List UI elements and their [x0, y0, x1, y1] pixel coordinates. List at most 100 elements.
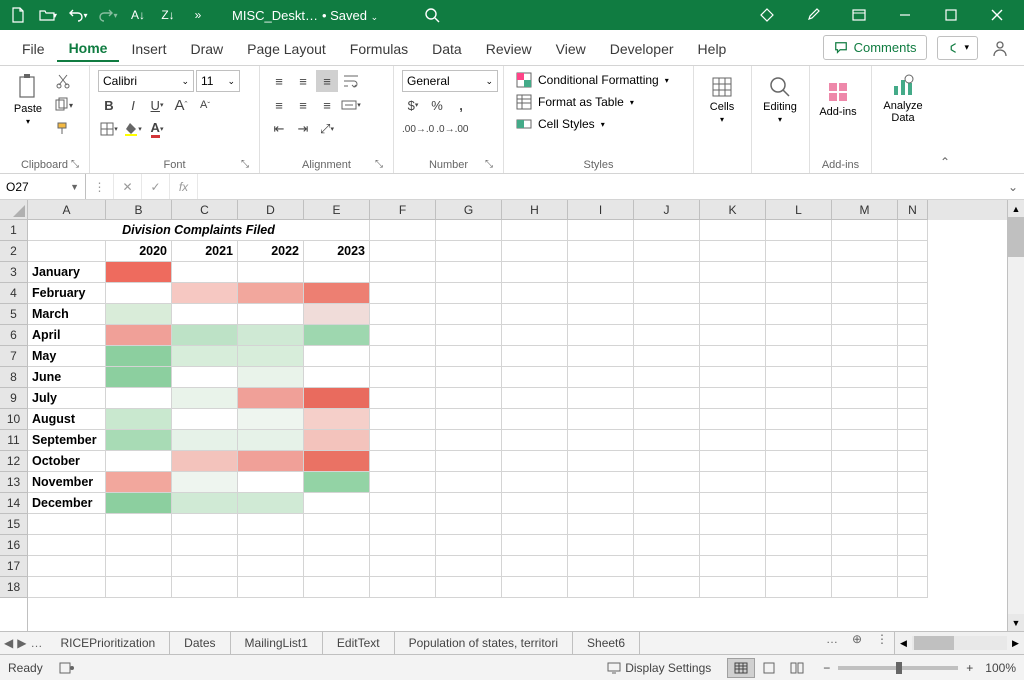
cell[interactable] [832, 577, 898, 598]
cell[interactable] [172, 472, 238, 493]
cell[interactable] [634, 493, 700, 514]
cell[interactable] [568, 304, 634, 325]
cell[interactable] [304, 409, 370, 430]
column-header[interactable]: D [238, 200, 304, 220]
accounting-format-button[interactable]: $▾ [402, 94, 424, 116]
row-header[interactable]: 8 [0, 367, 27, 388]
cell[interactable] [502, 367, 568, 388]
cell[interactable] [238, 556, 304, 577]
cell[interactable] [106, 262, 172, 283]
cell[interactable]: February [28, 283, 106, 304]
cell[interactable] [172, 577, 238, 598]
cell[interactable] [28, 577, 106, 598]
cell[interactable]: September [28, 430, 106, 451]
cell[interactable] [28, 535, 106, 556]
sheet-nav-prev-icon[interactable]: ◀ [4, 636, 13, 650]
cell[interactable] [568, 283, 634, 304]
cell[interactable] [502, 493, 568, 514]
cell[interactable] [766, 493, 832, 514]
tab-review[interactable]: Review [474, 35, 544, 61]
cell[interactable] [700, 325, 766, 346]
cell[interactable] [832, 451, 898, 472]
cell[interactable] [106, 325, 172, 346]
cell[interactable] [634, 304, 700, 325]
cell[interactable] [106, 304, 172, 325]
cell[interactable] [370, 409, 436, 430]
cell[interactable] [898, 535, 928, 556]
brush-icon[interactable] [790, 0, 836, 30]
tab-developer[interactable]: Developer [598, 35, 686, 61]
cell[interactable] [28, 241, 106, 262]
redo-icon[interactable]: ▾ [94, 1, 122, 29]
cell[interactable] [502, 262, 568, 283]
cell[interactable] [436, 430, 502, 451]
cell[interactable] [436, 556, 502, 577]
cell[interactable] [898, 262, 928, 283]
cell[interactable] [370, 430, 436, 451]
cell[interactable] [436, 514, 502, 535]
normal-view-icon[interactable] [727, 658, 755, 678]
cell[interactable] [238, 430, 304, 451]
cancel-formula-icon[interactable]: ✕ [114, 174, 142, 199]
cell[interactable] [436, 451, 502, 472]
cell[interactable] [766, 304, 832, 325]
cell[interactable] [898, 346, 928, 367]
cell[interactable] [766, 262, 832, 283]
cell[interactable] [436, 283, 502, 304]
cell[interactable] [172, 514, 238, 535]
cell[interactable] [634, 514, 700, 535]
cell[interactable] [634, 241, 700, 262]
number-format-select[interactable]: General⌄ [402, 70, 498, 92]
cell[interactable] [28, 556, 106, 577]
display-settings-button[interactable]: Display Settings [607, 661, 711, 675]
cell[interactable] [370, 346, 436, 367]
cell[interactable] [436, 304, 502, 325]
cell[interactable] [238, 367, 304, 388]
cell[interactable] [832, 514, 898, 535]
cell[interactable] [436, 493, 502, 514]
cell[interactable] [700, 535, 766, 556]
cell[interactable] [436, 472, 502, 493]
cell[interactable] [502, 241, 568, 262]
cell[interactable] [172, 346, 238, 367]
cell[interactable] [832, 388, 898, 409]
cell[interactable]: August [28, 409, 106, 430]
cell[interactable] [898, 325, 928, 346]
column-header[interactable]: L [766, 200, 832, 220]
cell[interactable] [238, 409, 304, 430]
cell[interactable] [106, 493, 172, 514]
cell[interactable] [238, 346, 304, 367]
cell[interactable] [832, 409, 898, 430]
grow-font-button[interactable]: Aˆ [170, 94, 192, 116]
cell[interactable] [832, 346, 898, 367]
column-header[interactable]: H [502, 200, 568, 220]
collapse-ribbon-icon[interactable]: ⌃ [934, 151, 956, 173]
font-color-button[interactable]: A▾ [146, 118, 168, 140]
cell[interactable] [502, 346, 568, 367]
cell[interactable] [898, 430, 928, 451]
cell[interactable] [832, 283, 898, 304]
cell[interactable] [238, 283, 304, 304]
merge-center-button[interactable]: ▾ [340, 94, 362, 116]
column-header[interactable]: B [106, 200, 172, 220]
cell[interactable] [436, 220, 502, 241]
sheets-overflow-icon[interactable]: … [820, 632, 844, 654]
cell[interactable] [766, 409, 832, 430]
cell[interactable]: July [28, 388, 106, 409]
cell[interactable] [898, 409, 928, 430]
cell[interactable] [304, 472, 370, 493]
cell[interactable] [370, 472, 436, 493]
align-middle-button[interactable]: ≡ [292, 70, 314, 92]
expand-formula-bar-icon[interactable]: ⌄ [1002, 174, 1024, 199]
cell[interactable] [832, 304, 898, 325]
cell[interactable] [502, 451, 568, 472]
cell[interactable] [766, 220, 832, 241]
cell[interactable] [106, 367, 172, 388]
column-header[interactable]: C [172, 200, 238, 220]
cell[interactable] [832, 493, 898, 514]
cell[interactable] [832, 241, 898, 262]
cell[interactable] [568, 430, 634, 451]
borders-button[interactable]: ▾ [98, 118, 120, 140]
row-header[interactable]: 18 [0, 577, 27, 598]
cell[interactable] [898, 388, 928, 409]
